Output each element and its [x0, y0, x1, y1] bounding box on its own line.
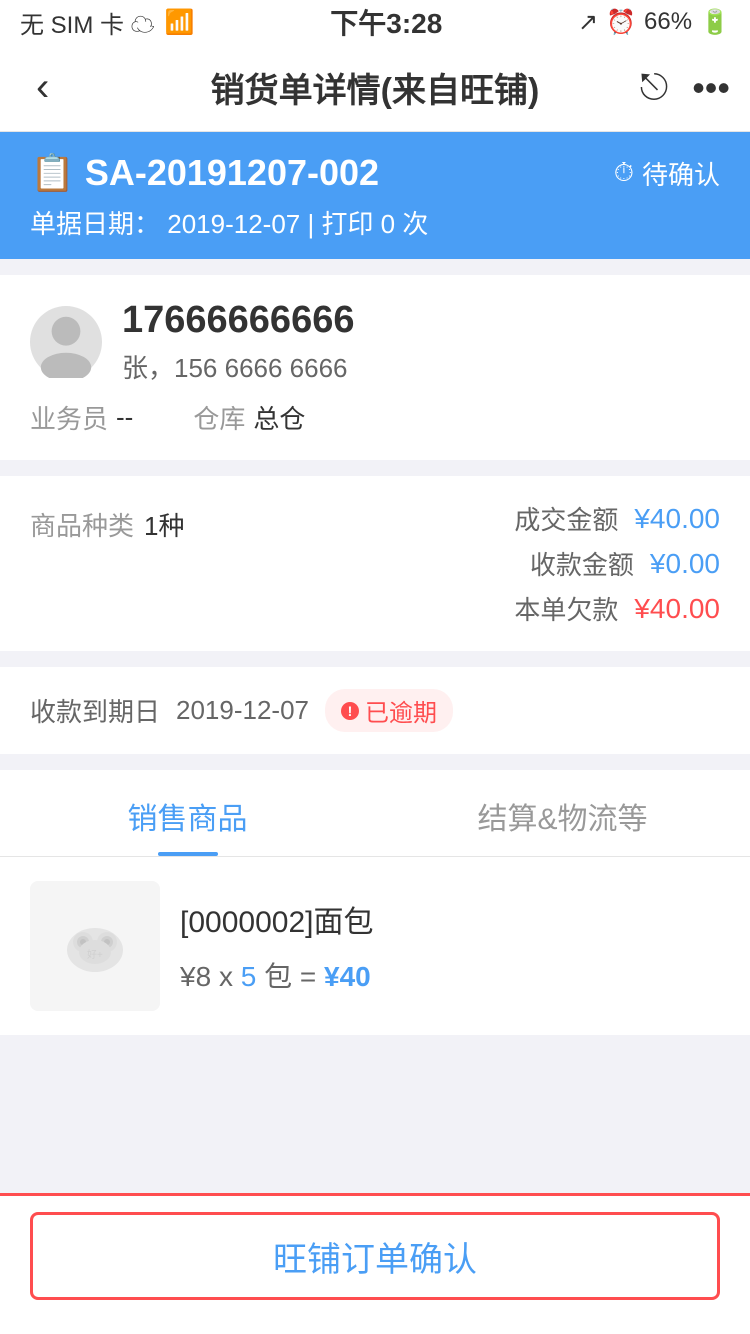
product-code: [0000002] [180, 906, 313, 939]
customer-info: 17666666666 张，156 6666 6666 [122, 299, 354, 385]
owed-row: 本单欠款 ¥40.00 [514, 590, 720, 627]
date-label: 单据日期： [30, 209, 160, 239]
sales-label: 业务员 [30, 399, 108, 436]
warehouse-value: 总仓 [253, 399, 305, 436]
overdue-text: 已逾期 [365, 693, 437, 728]
due-date-row: 收款到期日 2019-12-07 ! 已逾期 [0, 667, 750, 754]
summary-card: 商品种类 1种 成交金额 ¥40.00 收款金额 ¥0.00 本单欠款 ¥40.… [0, 476, 750, 651]
bottom-bar: 旺铺订单确认 [0, 1193, 750, 1334]
status-time: 下午3:28 [330, 2, 442, 42]
tabs-container: 销售商品 结算&物流等 [0, 770, 750, 857]
product-thumbnail: 好+ [30, 881, 160, 1011]
order-id-text: SA-20191207-002 [85, 152, 379, 194]
status-text: 待确认 [642, 155, 720, 192]
customer-sub: 张，156 6666 6666 [122, 348, 354, 385]
order-id-row: 📋 SA-20191207-002 ⏱ 待确认 [30, 152, 720, 194]
nav-right-actions: ⎋ ••• [640, 66, 730, 109]
sales-value: -- [116, 402, 133, 433]
page-title: 销货单详情(来自旺铺) [211, 63, 540, 112]
amount-row: 成交金额 ¥40.00 [514, 500, 720, 537]
customer-card: 17666666666 张，156 6666 6666 业务员 -- 仓库 总仓 [0, 275, 750, 460]
owed-label: 本单欠款 [514, 590, 618, 627]
location-icon: ↗ [578, 8, 598, 37]
print-text: | 打印 0 次 [307, 209, 428, 239]
amount-value: ¥40.00 [634, 503, 720, 535]
product-info: [0000002]面包 ¥8 x 5 包 = ¥40 [180, 897, 720, 995]
no-sim-text: 无 SIM 卡 ☁ [20, 5, 155, 40]
battery-text: 66% [644, 8, 692, 36]
share-icon[interactable]: ⎋ [640, 66, 668, 109]
summary-right: 成交金额 ¥40.00 收款金额 ¥0.00 本单欠款 ¥40.00 [514, 500, 720, 627]
equals-sign: = [300, 961, 324, 992]
warehouse-label: 仓库 [193, 399, 245, 436]
battery-icon: 🔋 [700, 8, 730, 37]
table-row: 好+ [0000002]面包 ¥8 x 5 包 = ¥40 [0, 857, 750, 1035]
alarm-icon: ⏰ [606, 8, 636, 37]
product-unit: 包 [264, 961, 292, 992]
customer-phone: 17666666666 [122, 299, 354, 342]
product-unit-price: ¥8 [180, 961, 211, 992]
customer-meta: 业务员 -- 仓库 总仓 [30, 399, 720, 436]
received-row: 收款金额 ¥0.00 [530, 545, 720, 582]
product-name: [0000002]面包 [180, 897, 720, 941]
status-right: ↗ ⏰ 66% 🔋 [578, 8, 730, 37]
avatar [30, 306, 102, 378]
amount-label: 成交金额 [514, 500, 618, 537]
received-label: 收款金额 [530, 545, 634, 582]
status-bar: 无 SIM 卡 ☁ 📶 下午3:28 ↗ ⏰ 66% 🔋 [0, 0, 750, 44]
back-button[interactable]: ‹ [20, 65, 65, 110]
product-qty: 5 [241, 961, 257, 992]
type-label: 商品种类 [30, 506, 134, 543]
warehouse-meta: 仓库 总仓 [193, 399, 305, 436]
status-clock-icon: ⏱ [614, 157, 634, 189]
customer-main: 17666666666 张，156 6666 6666 [30, 299, 720, 385]
product-list: 好+ [0000002]面包 ¥8 x 5 包 = ¥40 [0, 857, 750, 1035]
order-icon: 📋 [30, 152, 75, 194]
due-date-label: 收款到期日 [30, 692, 160, 729]
multiply-sign: x [219, 961, 241, 992]
confirm-order-button[interactable]: 旺铺订单确认 [30, 1212, 720, 1300]
tab-settlement[interactable]: 结算&物流等 [375, 770, 750, 856]
overdue-badge: ! 已逾期 [325, 689, 453, 732]
nav-bar: ‹ 销货单详情(来自旺铺) ⎋ ••• [0, 44, 750, 132]
product-total: ¥40 [324, 961, 371, 992]
overdue-icon: ! [341, 702, 359, 720]
product-price-row: ¥8 x 5 包 = ¥40 [180, 955, 720, 995]
more-icon[interactable]: ••• [692, 67, 730, 109]
wifi-icon: 📶 [165, 8, 195, 37]
status-left: 无 SIM 卡 ☁ 📶 [20, 5, 195, 40]
order-banner: 📋 SA-20191207-002 ⏱ 待确认 单据日期： 2019-12-07… [0, 132, 750, 259]
due-date-value: 2019-12-07 [176, 695, 309, 726]
tab-sales-goods[interactable]: 销售商品 [0, 770, 375, 856]
product-name-text: 面包 [313, 906, 373, 939]
sales-meta: 业务员 -- [30, 399, 133, 436]
received-value: ¥0.00 [650, 548, 720, 580]
order-date-row: 单据日期： 2019-12-07 | 打印 0 次 [30, 204, 720, 241]
svg-text:好+: 好+ [87, 949, 103, 961]
order-id: 📋 SA-20191207-002 [30, 152, 379, 194]
order-date: 2019-12-07 [167, 209, 300, 239]
order-status: ⏱ 待确认 [614, 155, 720, 192]
owed-value: ¥40.00 [634, 593, 720, 625]
type-value: 1种 [144, 506, 184, 543]
summary-left: 商品种类 1种 [30, 500, 184, 543]
